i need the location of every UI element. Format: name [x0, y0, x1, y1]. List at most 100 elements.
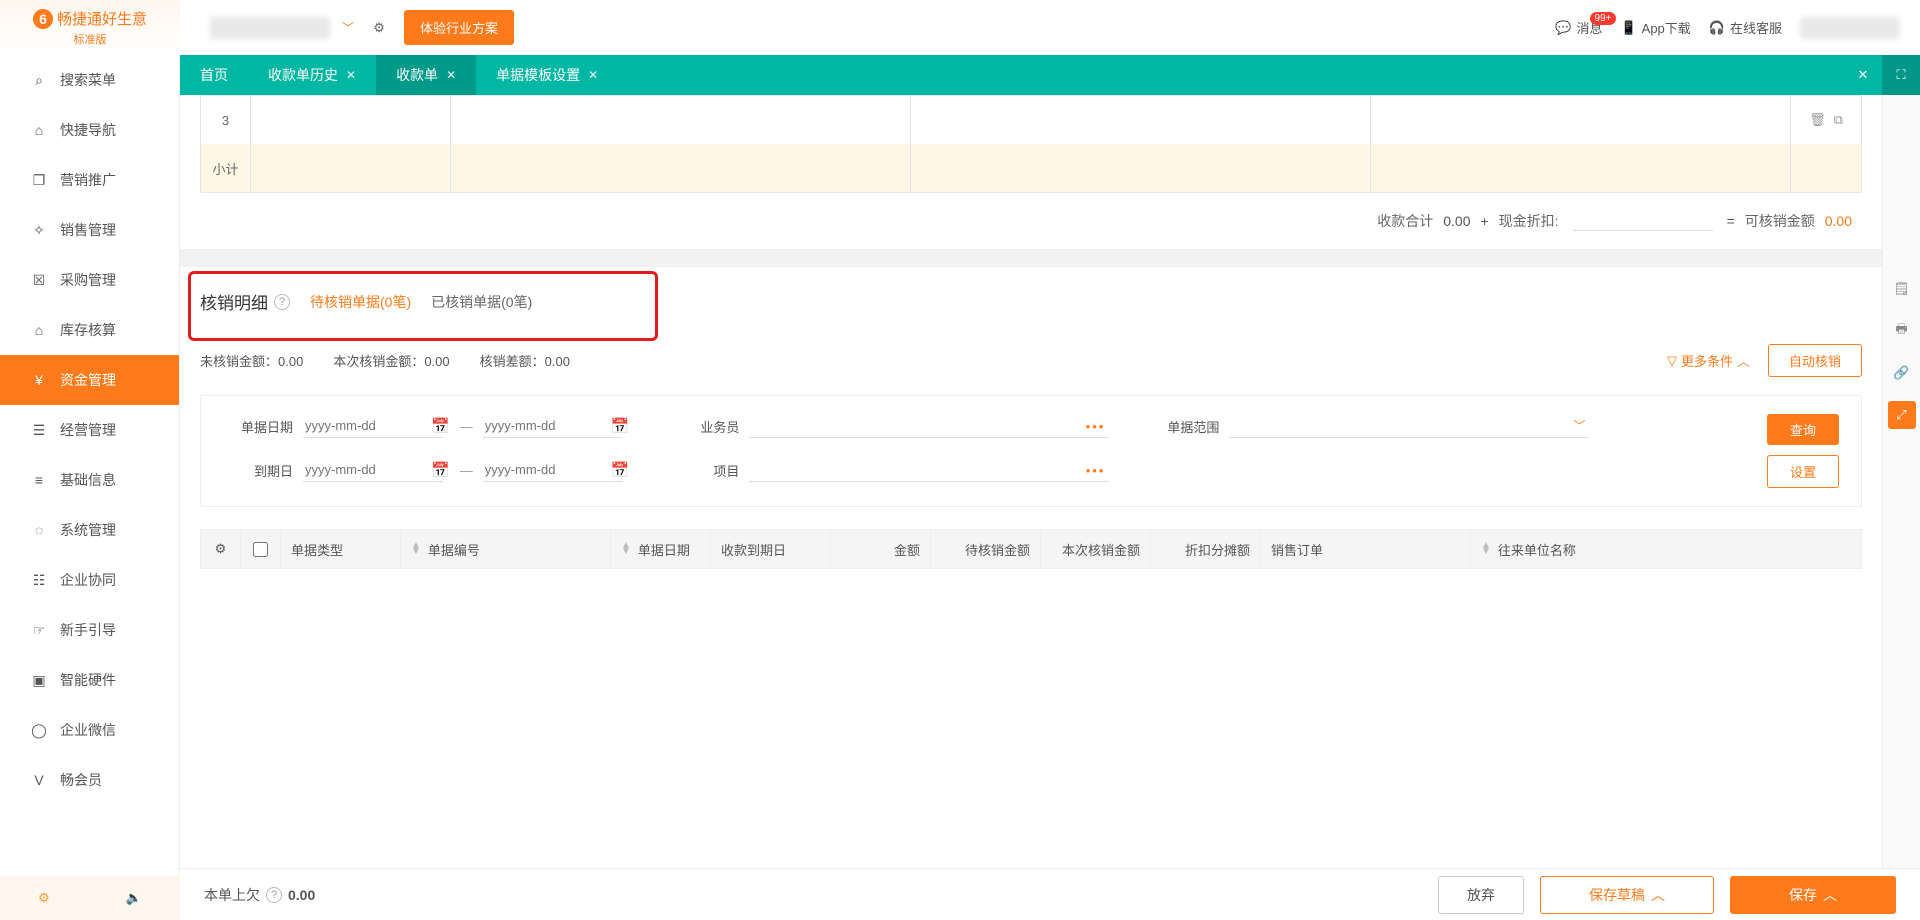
logo[interactable]: 6 畅捷通好生意 标准版	[0, 0, 180, 55]
sidebar-item-14[interactable]: V畅会员	[0, 755, 179, 805]
line-cell[interactable]	[451, 96, 911, 144]
rail-print-icon[interactable]: 🖶	[1888, 317, 1916, 345]
col-pamt[interactable]: 待核销金额	[965, 540, 1030, 559]
sidebar-item-8[interactable]: ≡ 基础信息	[0, 455, 179, 505]
sidebar-item-0[interactable]: ⌕搜索菜单	[0, 55, 179, 105]
sidebar-item-label: 新手引导	[60, 620, 116, 640]
settings-gear-icon[interactable]: ⚙	[366, 15, 392, 41]
duedate-to-input[interactable]	[483, 458, 623, 482]
sidebar-item-7[interactable]: ☰经营管理	[0, 405, 179, 455]
sidebar-item-label: 基础信息	[60, 470, 116, 490]
tab-0[interactable]: 首页	[180, 55, 248, 95]
save-button[interactable]: 保存︿	[1730, 876, 1896, 914]
chevron-up-icon: ︿	[1737, 351, 1750, 370]
tab-pending-docs[interactable]: 待核销单据(0笔)	[310, 292, 411, 312]
select-all-checkbox[interactable]	[241, 530, 281, 568]
sidebar: ⌕搜索菜单⌂快捷导航❐营销推广✧销售管理☒采购管理⌂库存核算¥资金管理☰经营管理…	[0, 55, 180, 920]
col-camt[interactable]: 本次核销金额	[1062, 540, 1140, 559]
menu-icon: ☞	[30, 621, 48, 639]
sidebar-item-3[interactable]: ✧销售管理	[0, 205, 179, 255]
col-code[interactable]: 单据编号	[428, 540, 480, 559]
sidebar-item-5[interactable]: ⌂库存核算	[0, 305, 179, 355]
copy-row-icon[interactable]: ⧉	[1834, 112, 1843, 128]
gear-icon[interactable]: ⚙	[38, 890, 50, 906]
tab-2[interactable]: 收款单✕	[376, 55, 476, 95]
writeoff-title: 核销明细 ?	[200, 289, 290, 314]
sidebar-item-10[interactable]: ☷企业协同	[0, 555, 179, 605]
results-header: ⚙ 单据类型 ▲▼ 单据编号 ▲▼ 单据日期 收款到期日 金额 待核销金额 本次核销…	[200, 529, 1862, 569]
query-button[interactable]: 查询	[1767, 414, 1839, 445]
salesperson-input[interactable]	[749, 414, 1109, 438]
logo-icon: 6	[33, 9, 53, 29]
tab-done-docs[interactable]: 已核销单据(0笔)	[431, 292, 532, 312]
more-conditions-toggle[interactable]: ▽ 更多条件 ︿	[1667, 351, 1750, 370]
discard-button[interactable]: 放弃	[1438, 876, 1524, 914]
experience-button[interactable]: 体验行业方案	[404, 10, 514, 45]
col-disc[interactable]: 折扣分摊额	[1185, 540, 1250, 559]
duedate-from-input[interactable]	[303, 458, 443, 482]
fullscreen-button[interactable]: ⛶	[1882, 55, 1920, 95]
close-icon[interactable]: ✕	[346, 68, 356, 82]
sort-icon[interactable]: ▲▼	[411, 543, 421, 555]
user-menu-blurred[interactable]	[1800, 17, 1900, 39]
sidebar-item-9[interactable]: ◌系统管理	[0, 505, 179, 555]
docdate-to-input[interactable]	[483, 414, 623, 438]
sidebar-item-13[interactable]: ◯企业微信	[0, 705, 179, 755]
section-divider	[180, 249, 1882, 267]
tab-label: 单据模板设置	[496, 65, 580, 85]
sidebar-item-4[interactable]: ☒采购管理	[0, 255, 179, 305]
table-settings-icon[interactable]: ⚙	[201, 530, 241, 568]
company-selector[interactable]: ﹀ ⚙ 体验行业方案	[210, 10, 514, 45]
col-date[interactable]: 单据日期	[638, 540, 690, 559]
sort-icon[interactable]: ▲▼	[621, 543, 631, 555]
help-icon[interactable]: ?	[266, 887, 282, 903]
close-all-tabs-button[interactable]: ✕	[1844, 55, 1882, 95]
rail-link-icon[interactable]: 🔗	[1888, 359, 1916, 387]
sidebar-item-label: 经营管理	[60, 420, 116, 440]
tab-1[interactable]: 收款单历史✕	[248, 55, 376, 95]
totals-row: 收款合计 0.00 + 现金折扣: = 可核销金额 0.00	[200, 193, 1862, 249]
sidebar-item-1[interactable]: ⌂快捷导航	[0, 105, 179, 155]
duedate-label: 到期日	[223, 461, 293, 480]
messages-badge: 99+	[1590, 12, 1617, 25]
rail-note-icon[interactable]: 🗒	[1888, 275, 1916, 303]
col-amt[interactable]: 金额	[894, 540, 920, 559]
col-type[interactable]: 单据类型	[291, 540, 343, 559]
col-order[interactable]: 销售订单	[1271, 540, 1323, 559]
auto-writeoff-button[interactable]: 自动核销	[1768, 344, 1862, 377]
sidebar-item-2[interactable]: ❐营销推广	[0, 155, 179, 205]
filter-settings-button[interactable]: 设置	[1767, 455, 1839, 488]
results-table: ⚙ 单据类型 ▲▼ 单据编号 ▲▼ 单据日期 收款到期日 金额 待核销金额 本次核销…	[200, 529, 1862, 569]
delete-row-icon[interactable]: 🗑	[1809, 112, 1826, 128]
save-draft-button[interactable]: 保存草稿︿	[1540, 876, 1714, 914]
ellipsis-icon[interactable]: •••	[1086, 419, 1106, 434]
line-cell[interactable]	[251, 96, 451, 144]
sound-icon[interactable]: 🔈	[126, 890, 142, 906]
customer-service-button[interactable]: 🎧 在线客服	[1709, 18, 1782, 37]
rail-expand-icon[interactable]: ⤢	[1888, 401, 1916, 429]
sidebar-item-12[interactable]: ▣智能硬件	[0, 655, 179, 705]
sidebar-item-11[interactable]: ☞ 新手引导	[0, 605, 179, 655]
sidebar-item-label: 畅会员	[60, 770, 102, 790]
help-icon[interactable]: ?	[274, 294, 290, 310]
col-due[interactable]: 收款到期日	[721, 540, 786, 559]
cash-discount-input[interactable]	[1573, 211, 1713, 231]
sidebar-item-6[interactable]: ¥资金管理	[0, 355, 179, 405]
app-download-button[interactable]: 📱 App下载	[1620, 18, 1690, 37]
scope-label: 单据范围	[1149, 417, 1219, 436]
line-cell[interactable]	[911, 96, 1371, 144]
sort-icon[interactable]: ▲▼	[1481, 543, 1491, 555]
close-icon[interactable]: ✕	[446, 68, 456, 82]
scope-select[interactable]	[1229, 414, 1589, 438]
close-icon[interactable]: ✕	[588, 68, 598, 82]
chevron-up-icon: ︿	[1823, 885, 1837, 905]
tab-3[interactable]: 单据模板设置 ✕	[476, 55, 618, 95]
project-input[interactable]	[749, 458, 1109, 482]
menu-icon: ≡	[30, 471, 48, 489]
docdate-from-input[interactable]	[303, 414, 443, 438]
messages-button[interactable]: 💬 消息 99+	[1555, 18, 1602, 37]
line-cell[interactable]	[1371, 96, 1791, 144]
sidebar-footer: ⚙ 🔈	[0, 876, 180, 920]
col-unit[interactable]: 往来单位名称	[1498, 540, 1576, 559]
ellipsis-icon[interactable]: •••	[1086, 463, 1106, 478]
